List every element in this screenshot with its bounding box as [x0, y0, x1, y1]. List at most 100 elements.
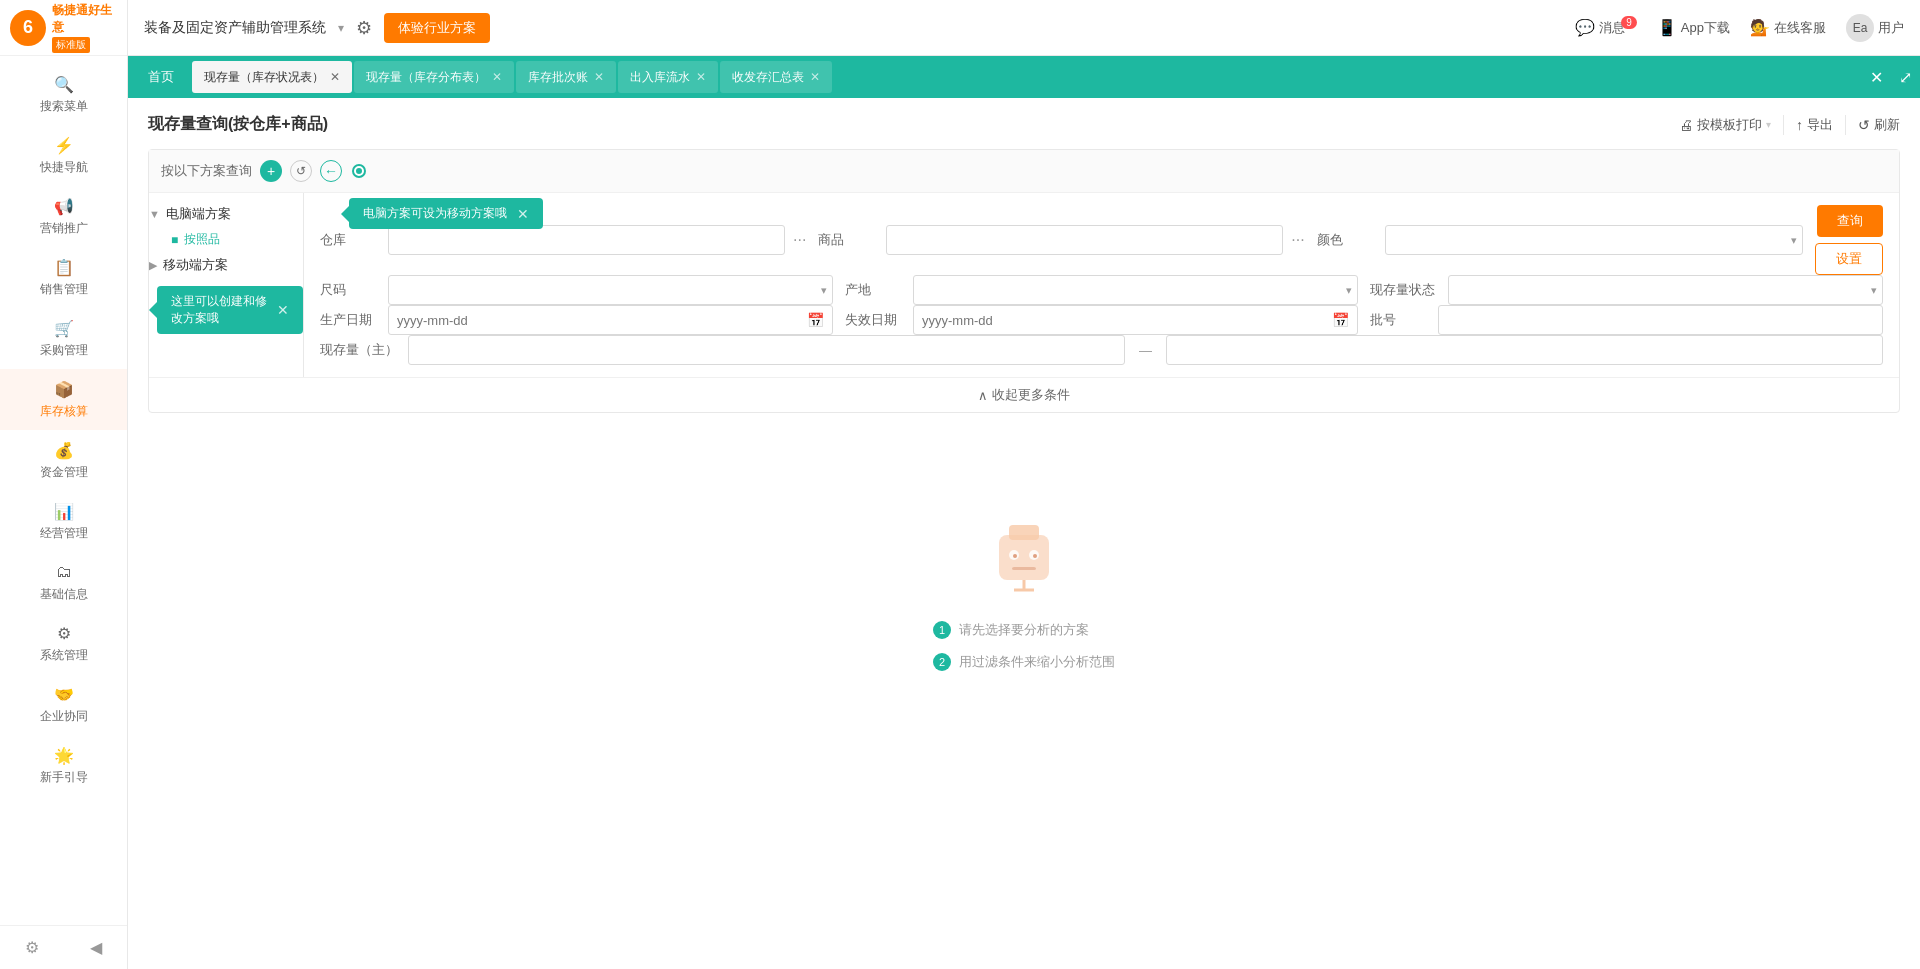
goods-label: 商品 — [818, 231, 878, 249]
industry-btn[interactable]: 体验行业方案 — [384, 13, 490, 43]
sidebar-item-purchase[interactable]: 🛒 采购管理 — [0, 308, 127, 369]
scheme-desktop-child[interactable]: ■ 按照品 — [149, 227, 303, 252]
system-dropdown-arrow[interactable]: ▾ — [338, 21, 344, 35]
scheme-child-icon: ■ — [171, 233, 178, 247]
template-print-btn[interactable]: 🖨 按模板打印 ▾ — [1679, 116, 1771, 134]
step2-num: 2 — [933, 653, 951, 671]
refresh-icon: ↺ — [1858, 117, 1870, 133]
sidebar-item-system[interactable]: ⚙ 系统管理 — [0, 613, 127, 674]
warehouse-input[interactable] — [388, 225, 785, 255]
warehouse-dots[interactable]: ··· — [793, 231, 806, 249]
sidebar-item-marketing[interactable]: 📢 营销推广 — [0, 186, 127, 247]
step1-num: 1 — [933, 621, 951, 639]
app-download-btn[interactable]: 📱 App下载 — [1657, 18, 1730, 37]
tooltip1-close[interactable]: ✕ — [517, 206, 529, 222]
logo-area: 6 畅捷通好生意 标准版 — [0, 0, 127, 56]
color-input[interactable] — [1385, 225, 1803, 255]
header-right: 💬 消息 9 📱 App下载 💁 在线客服 Ea 用户 — [1575, 14, 1904, 42]
sidebar-item-inventory[interactable]: 📦 库存核算 — [0, 369, 127, 430]
page-title-bar: 现存量查询(按仓库+商品) 🖨 按模板打印 ▾ ↑ 导出 ↺ — [148, 114, 1900, 135]
tab-close-inout[interactable]: ✕ — [696, 70, 706, 84]
sidebar-item-guide[interactable]: 🌟 新手引导 — [0, 735, 127, 796]
tab-close-summary[interactable]: ✕ — [810, 70, 820, 84]
sidebar-nav: 🔍 搜索菜单 ⚡ 快捷导航 📢 营销推广 📋 销售管理 🛒 采购管理 📦 库存核… — [0, 56, 127, 925]
sidebar-bottom: ⚙ ◀ — [0, 925, 127, 969]
filter-refresh-btn[interactable]: ↺ — [290, 160, 312, 182]
tab-inventory-status[interactable]: 现存量（库存状况表） ✕ — [192, 61, 352, 93]
online-service-btn[interactable]: 💁 在线客服 — [1750, 18, 1826, 37]
origin-input[interactable] — [913, 275, 1358, 305]
tab-close-inventory-dist[interactable]: ✕ — [492, 70, 502, 84]
batch-label: 批号 — [1370, 311, 1430, 329]
empty-text: 1 请先选择要分析的方案 2 用过滤条件来缩小分析范围 — [933, 617, 1115, 675]
field-batch: 批号 — [1370, 305, 1883, 335]
expire-date-input[interactable] — [922, 313, 1328, 328]
size-input[interactable] — [388, 275, 833, 305]
batch-input[interactable] — [1438, 305, 1883, 335]
search-nav-icon: 🔍 — [54, 74, 74, 94]
sidebar-item-basic[interactable]: 🗂 基础信息 — [0, 552, 127, 613]
expire-date-calendar-icon[interactable]: 📅 — [1332, 312, 1349, 328]
svg-rect-0 — [999, 535, 1049, 580]
inventory-main-start[interactable] — [408, 335, 1125, 365]
filter-label: 按以下方案查询 — [161, 162, 252, 180]
collapse-btn[interactable]: ∧ 收起更多条件 — [149, 377, 1899, 412]
tab-batch[interactable]: 库存批次账 ✕ — [516, 61, 616, 93]
tooltip-desktop-scheme: 电脑方案可设为移动方案哦 ✕ — [349, 198, 543, 229]
refresh-btn[interactable]: ↺ 刷新 — [1858, 116, 1900, 134]
sidebar-item-enterprise[interactable]: 🤝 企业协同 — [0, 674, 127, 735]
tab-summary[interactable]: 收发存汇总表 ✕ — [720, 61, 832, 93]
user-initial: Ea — [1853, 21, 1868, 35]
sidebar-item-quick[interactable]: ⚡ 快捷导航 — [0, 125, 127, 186]
sidebar-item-finance[interactable]: 💰 资金管理 — [0, 430, 127, 491]
empty-illustration — [974, 505, 1074, 605]
inventory-status-input[interactable] — [1448, 275, 1883, 305]
tab-close-inventory-status[interactable]: ✕ — [330, 70, 340, 84]
sidebar-item-operation[interactable]: 📊 经营管理 — [0, 491, 127, 552]
logo-text: 畅捷通好生意 标准版 — [52, 2, 117, 54]
sidebar-item-sales[interactable]: 📋 销售管理 — [0, 247, 127, 308]
warehouse-label: 仓库 — [320, 231, 380, 249]
tab-inout[interactable]: 出入库流水 ✕ — [618, 61, 718, 93]
field-warehouse: 仓库 ··· — [320, 225, 806, 255]
guide-nav-icon: 🌟 — [54, 745, 74, 765]
message-btn[interactable]: 💬 消息 9 — [1575, 18, 1637, 37]
scheme-mobile[interactable]: ▶ 移动端方案 — [149, 252, 303, 278]
goods-input[interactable] — [886, 225, 1283, 255]
svg-rect-1 — [1009, 525, 1039, 540]
export-btn[interactable]: ↑ 导出 — [1796, 116, 1833, 134]
inventory-main-label: 现存量（主） — [320, 341, 400, 359]
color-label: 颜色 — [1317, 231, 1377, 249]
filter-row-4: 现存量（主） — — [320, 335, 1883, 365]
tooltip-create-scheme: 这里可以创建和修改方案哦 ✕ — [157, 286, 303, 334]
system-nav-icon: ⚙ — [54, 623, 74, 643]
logo-icon: 6 — [10, 10, 46, 46]
scheme-desktop[interactable]: ▼ 电脑端方案 — [149, 201, 303, 227]
inventory-main-end[interactable] — [1166, 335, 1883, 365]
tab-fullscreen-icon[interactable]: ⤢ — [1895, 64, 1916, 91]
sidebar-collapse-btn[interactable]: ◀ — [90, 938, 102, 957]
tooltip2-close[interactable]: ✕ — [277, 302, 289, 318]
settings-icon[interactable]: ⚙ — [356, 17, 372, 39]
sidebar-item-search[interactable]: 🔍 搜索菜单 — [0, 64, 127, 125]
search-btn[interactable]: 查询 — [1817, 205, 1883, 237]
tab-close-all-icon[interactable]: ✕ — [1866, 64, 1887, 91]
reset-btn[interactable]: 设置 — [1815, 243, 1883, 275]
filter-arrow-btn[interactable]: ← — [320, 160, 342, 182]
sidebar-settings-btn[interactable]: ⚙ — [25, 938, 39, 957]
goods-dots[interactable]: ··· — [1291, 231, 1304, 249]
message-icon: 💬 — [1575, 18, 1595, 37]
prod-date-calendar-icon[interactable]: 📅 — [807, 312, 824, 328]
tab-close-batch[interactable]: ✕ — [594, 70, 604, 84]
scheme-mobile-label: 移动端方案 — [163, 256, 228, 274]
tab-inventory-dist[interactable]: 现存量（库存分布表） ✕ — [354, 61, 514, 93]
size-select-wrapper: ▾ — [388, 275, 833, 305]
sales-nav-icon: 📋 — [54, 257, 74, 277]
filter-add-btn[interactable]: + — [260, 160, 282, 182]
tab-home[interactable]: 首页 — [132, 61, 190, 93]
user-label: 用户 — [1878, 19, 1904, 37]
color-select-wrapper: ▾ — [1385, 225, 1803, 255]
scheme-desktop-arrow: ▼ — [149, 208, 160, 220]
user-btn[interactable]: Ea 用户 — [1846, 14, 1904, 42]
prod-date-input[interactable] — [397, 313, 803, 328]
